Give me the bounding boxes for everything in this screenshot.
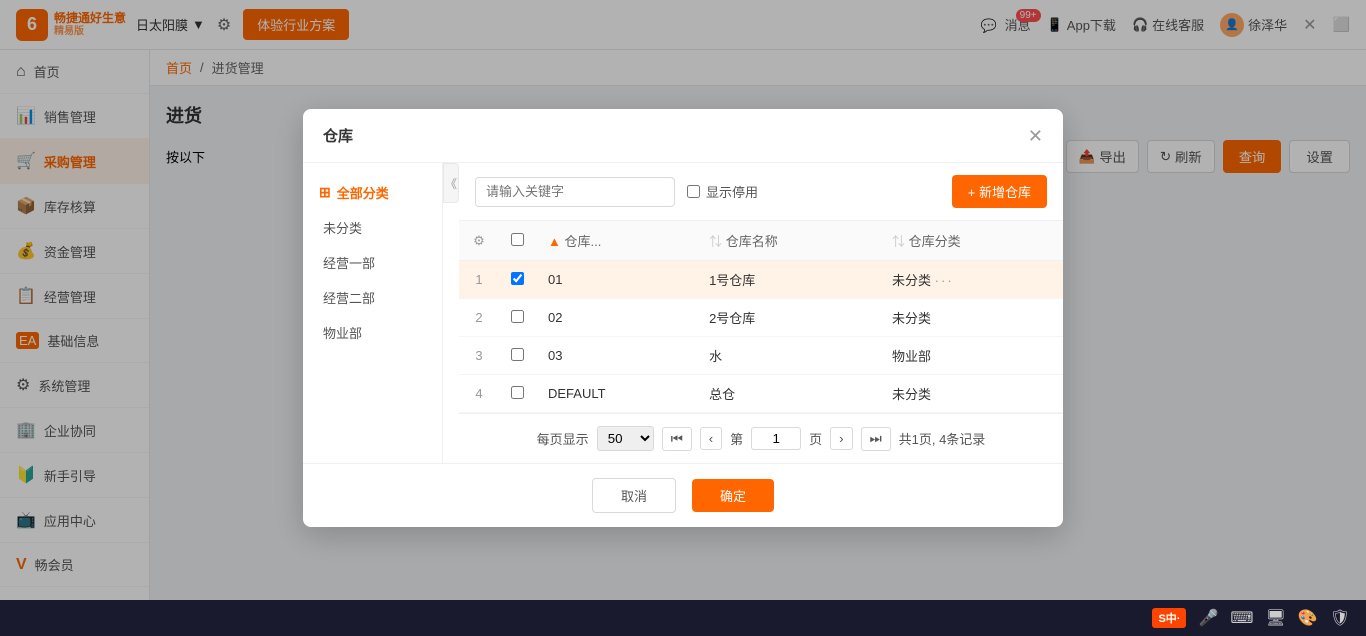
category-unclassified[interactable]: 未分类 xyxy=(303,210,442,245)
row-num: 2 xyxy=(459,299,499,337)
row-checkbox[interactable] xyxy=(511,348,524,361)
sort-icon: ▲ xyxy=(548,234,561,249)
last-page-button[interactable]: ⏭ xyxy=(861,427,891,451)
row-category: 未分类 xyxy=(880,299,1063,337)
row-checkbox[interactable] xyxy=(511,310,524,323)
first-page-button[interactable]: ⏮ xyxy=(662,427,692,451)
paint-icon[interactable]: 🎨 xyxy=(1298,608,1318,628)
dialog-body: ⊞ 全部分类 未分类 经营一部 经营二部 物业部 《 🔍 xyxy=(303,163,1063,463)
row-more-button[interactable]: ··· xyxy=(935,273,954,288)
table-row[interactable]: 4 DEFAULT 总仓 未分类 xyxy=(459,375,1063,413)
show-disabled-checkbox-label[interactable]: 显示停用 xyxy=(687,182,758,201)
row-checkbox[interactable] xyxy=(511,272,524,285)
page-of-label: 页 xyxy=(809,429,822,448)
category-ops1[interactable]: 经营一部 xyxy=(303,245,442,280)
page-number-input[interactable] xyxy=(751,427,801,450)
show-disabled-label: 显示停用 xyxy=(706,182,758,201)
pagination: 每页显示 50 100 ⏮ ‹ 第 页 › ⏭ 共1页, 4条记录 xyxy=(459,413,1063,463)
row-num: 3 xyxy=(459,337,499,375)
modal-overlay: 仓库 ✕ ⊞ 全部分类 未分类 经营一部 经营二部 物业部 《 xyxy=(0,0,1366,636)
col-checkbox xyxy=(499,221,536,261)
row-name: 总仓 xyxy=(697,375,880,413)
row-check[interactable] xyxy=(499,337,536,375)
table-row[interactable]: 3 03 水 物业部 xyxy=(459,337,1063,375)
page-label: 第 xyxy=(730,429,743,448)
dialog-main-content: 🔍 显示停用 + 新增仓库 ⚙ xyxy=(459,163,1063,463)
table-row[interactable]: 2 02 2号仓库 未分类 xyxy=(459,299,1063,337)
select-all-checkbox[interactable] xyxy=(511,233,524,246)
row-code: 03 xyxy=(536,337,697,375)
row-category: 未分类 xyxy=(880,375,1063,413)
show-disabled-checkbox[interactable] xyxy=(687,185,700,198)
warehouse-table: ⚙ ▲ 仓库... ⇅ 仓库名称 ⇅ 仓库分类 xyxy=(459,221,1063,413)
cancel-button[interactable]: 取消 xyxy=(592,478,676,513)
prev-page-button[interactable]: ‹ xyxy=(700,427,722,450)
taskbar: S中· 🎤 ⌨ 🖥 🎨 🛡 xyxy=(0,600,1366,636)
row-checkbox[interactable] xyxy=(511,386,524,399)
table-row[interactable]: 1 01 1号仓库 未分类 ··· xyxy=(459,261,1063,299)
monitor-icon[interactable]: 🖥 xyxy=(1265,608,1285,628)
total-info: 共1页, 4条记录 xyxy=(899,429,986,448)
category-sidebar: ⊞ 全部分类 未分类 经营一部 经营二部 物业部 xyxy=(303,163,443,463)
row-code: 01 xyxy=(536,261,697,299)
dialog-title: 仓库 xyxy=(323,125,353,146)
table-header-row: ⚙ ▲ 仓库... ⇅ 仓库名称 ⇅ 仓库分类 xyxy=(459,221,1063,261)
row-num: 4 xyxy=(459,375,499,413)
confirm-button[interactable]: 确定 xyxy=(692,479,774,512)
category-property[interactable]: 物业部 xyxy=(303,315,442,350)
search-input[interactable] xyxy=(476,178,672,205)
row-num: 1 xyxy=(459,261,499,299)
keyboard-icon[interactable]: ⌨ xyxy=(1230,608,1253,628)
sort-icon-name: ⇅ xyxy=(709,234,722,249)
warehouse-table-wrap: ⚙ ▲ 仓库... ⇅ 仓库名称 ⇅ 仓库分类 xyxy=(459,221,1063,413)
row-check[interactable] xyxy=(499,299,536,337)
dialog-close-button[interactable]: ✕ xyxy=(1028,127,1043,145)
row-category: 未分类 ··· xyxy=(880,261,1063,299)
row-check[interactable] xyxy=(499,375,536,413)
grid-icon: ⊞ xyxy=(319,184,331,201)
add-warehouse-button[interactable]: + 新增仓库 xyxy=(952,175,1047,208)
category-all[interactable]: ⊞ 全部分类 xyxy=(303,175,442,210)
row-check[interactable] xyxy=(499,261,536,299)
row-name: 水 xyxy=(697,337,880,375)
row-category: 物业部 xyxy=(880,337,1063,375)
col-code: ▲ 仓库... xyxy=(536,221,697,261)
sidebar-collapse-button[interactable]: 《 xyxy=(443,163,459,203)
per-page-label: 每页显示 xyxy=(537,429,589,448)
category-ops2[interactable]: 经营二部 xyxy=(303,280,442,315)
taskbar-logo[interactable]: S中· xyxy=(1152,608,1186,628)
warehouse-dialog: 仓库 ✕ ⊞ 全部分类 未分类 经营一部 经营二部 物业部 《 xyxy=(303,109,1063,527)
col-settings[interactable]: ⚙ xyxy=(459,221,499,261)
col-name: ⇅ 仓库名称 xyxy=(697,221,880,261)
next-page-button[interactable]: › xyxy=(830,427,852,450)
dialog-header: 仓库 ✕ xyxy=(303,109,1063,163)
col-category: ⇅ 仓库分类 xyxy=(880,221,1063,261)
per-page-select[interactable]: 50 100 xyxy=(597,426,654,451)
sort-icon-cat: ⇅ xyxy=(892,234,905,249)
row-name: 1号仓库 xyxy=(697,261,880,299)
row-name: 2号仓库 xyxy=(697,299,880,337)
row-code: DEFAULT xyxy=(536,375,697,413)
search-button[interactable]: 🔍 xyxy=(672,178,675,206)
row-code: 02 xyxy=(536,299,697,337)
dialog-toolbar: 🔍 显示停用 + 新增仓库 xyxy=(459,163,1063,221)
dialog-footer: 取消 确定 xyxy=(303,463,1063,527)
shield-icon[interactable]: 🛡 xyxy=(1330,608,1350,628)
category-all-label: 全部分类 xyxy=(337,183,389,202)
search-wrap: 🔍 xyxy=(475,177,675,207)
mic-icon[interactable]: 🎤 xyxy=(1198,608,1218,628)
